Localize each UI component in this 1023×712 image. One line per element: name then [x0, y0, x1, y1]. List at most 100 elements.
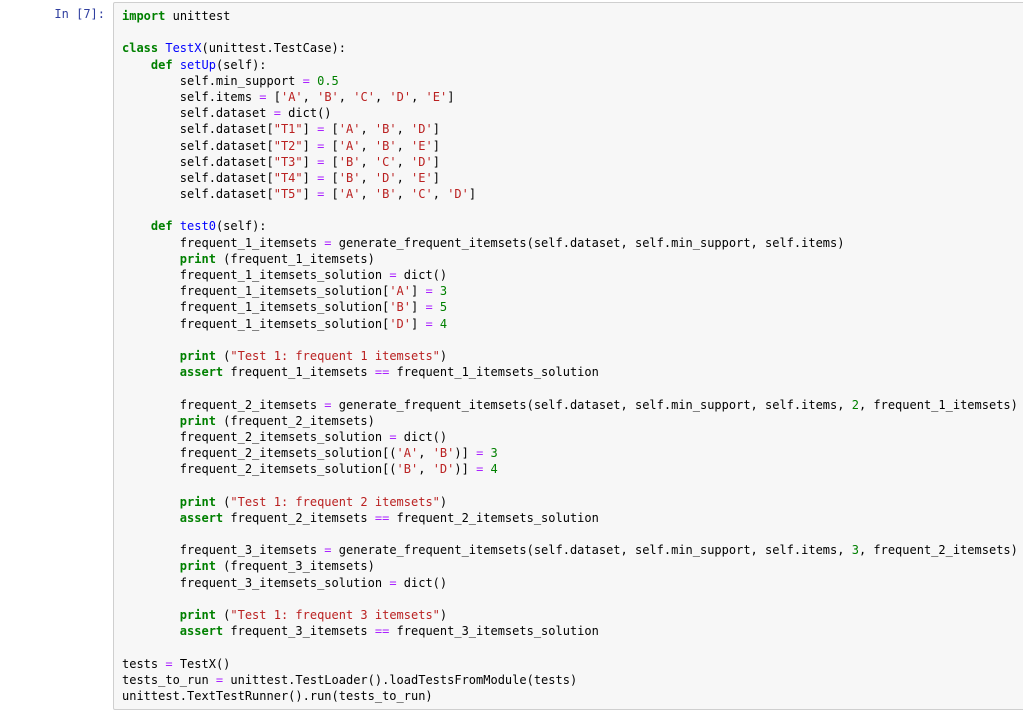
call: , frequent_1_itemsets)	[859, 398, 1018, 412]
bracket: ]	[303, 139, 317, 153]
code-line: tests	[122, 657, 165, 671]
comma: ,	[411, 90, 425, 104]
comma: ,	[360, 171, 374, 185]
num: 3	[491, 446, 498, 460]
num: 4	[440, 317, 447, 331]
input-prompt: In [7]:	[0, 2, 113, 710]
str: 'D'	[411, 155, 433, 169]
module-name: unittest	[173, 9, 231, 23]
dict-call: dict()	[397, 576, 448, 590]
comma: ,	[303, 90, 317, 104]
str: 'D'	[389, 317, 411, 331]
str: "T5"	[274, 187, 303, 201]
keyword-import: import	[122, 9, 165, 23]
expr: frequent_1_itemsets	[223, 365, 375, 379]
str: 'B'	[375, 122, 397, 136]
code-line: frequent_1_itemsets_solution	[122, 268, 389, 282]
comma: ,	[397, 139, 411, 153]
bracket: ]	[411, 317, 425, 331]
keyword-print: print	[180, 559, 216, 573]
op-eq: =	[303, 74, 310, 88]
str: 'A'	[389, 284, 411, 298]
keyword-assert: assert	[180, 624, 223, 638]
str: 'B'	[375, 187, 397, 201]
bracket: ]	[303, 155, 317, 169]
args: (frequent_3_itemsets)	[216, 559, 375, 573]
op-eq: =	[259, 90, 266, 104]
paren: )	[440, 495, 447, 509]
op-eqeq: ==	[375, 624, 389, 638]
op-eq: =	[324, 398, 331, 412]
code-line: frequent_1_itemsets_solution[	[122, 284, 389, 298]
str: 'A'	[339, 187, 361, 201]
op-eq: =	[476, 446, 483, 460]
func-args: (self):	[216, 58, 267, 72]
call: , frequent_2_itemsets)	[859, 543, 1018, 557]
keyword-def: def	[151, 219, 173, 233]
comma: ,	[360, 155, 374, 169]
comma: ,	[397, 187, 411, 201]
str: 'A'	[281, 90, 303, 104]
bracket: ]	[411, 284, 425, 298]
str: "Test 1: frequent 2 itemsets"	[230, 495, 440, 509]
str: "Test 1: frequent 3 itemsets"	[230, 608, 440, 622]
code-line: self.min_support	[122, 74, 303, 88]
dict-call: dict()	[397, 430, 448, 444]
str: 'C'	[353, 90, 375, 104]
paren: )	[440, 349, 447, 363]
code-line: self.dataset[	[122, 171, 274, 185]
bracket: ]	[303, 171, 317, 185]
comma: ,	[360, 187, 374, 201]
args: (frequent_2_itemsets)	[216, 414, 375, 428]
keyword-print: print	[180, 414, 216, 428]
num: 3	[440, 284, 447, 298]
bracket: [	[324, 171, 338, 185]
str: 'A'	[397, 446, 419, 460]
call: generate_frequent_itemsets(self.dataset,…	[332, 236, 845, 250]
paren: (	[216, 349, 230, 363]
keyword-print: print	[180, 495, 216, 509]
keyword-def: def	[151, 58, 173, 72]
paren: )	[440, 608, 447, 622]
op-eq: =	[476, 462, 483, 476]
str: 'B'	[375, 139, 397, 153]
bracket: ]	[303, 187, 317, 201]
bracket: )]	[454, 446, 476, 460]
op-eq: =	[324, 236, 331, 250]
code-line: unittest.TextTestRunner().run(tests_to_r…	[122, 689, 433, 703]
code-line: frequent_2_itemsets_solution	[122, 430, 389, 444]
bracket: )]	[454, 462, 476, 476]
op-eq: =	[425, 317, 432, 331]
str: "Test 1: frequent 1 itemsets"	[230, 349, 440, 363]
op-eqeq: ==	[375, 511, 389, 525]
str: 'C'	[375, 155, 397, 169]
str: 'D'	[433, 462, 455, 476]
code-line: frequent_2_itemsets_solution[(	[122, 462, 397, 476]
bracket: [	[324, 139, 338, 153]
code-line: frequent_3_itemsets	[122, 543, 324, 557]
comma: ,	[360, 122, 374, 136]
bracket: ]	[469, 187, 476, 201]
notebook-cell: In [7]: import unittest class TestX(unit…	[0, 0, 1023, 712]
code-line: frequent_2_itemsets_solution[(	[122, 446, 397, 460]
comma: ,	[418, 462, 432, 476]
comma: ,	[360, 139, 374, 153]
str: 'B'	[397, 462, 419, 476]
num: 4	[491, 462, 498, 476]
call: unittest.TestLoader().loadTestsFromModul…	[223, 673, 577, 687]
code-line: frequent_2_itemsets	[122, 398, 324, 412]
str: "T3"	[274, 155, 303, 169]
space	[310, 74, 317, 88]
bracket: ]	[433, 155, 440, 169]
code-line: tests_to_run	[122, 673, 216, 687]
func-setup: setUp	[180, 58, 216, 72]
op-eq: =	[389, 430, 396, 444]
bracket: ]	[411, 300, 425, 314]
code-line: self.dataset[	[122, 187, 274, 201]
bracket: [	[324, 122, 338, 136]
code-line: self.items	[122, 90, 259, 104]
func-test0: test0	[180, 219, 216, 233]
str: 'D'	[389, 90, 411, 104]
code-input-area[interactable]: import unittest class TestX(unittest.Tes…	[113, 2, 1023, 710]
code-line: frequent_3_itemsets_solution	[122, 576, 389, 590]
